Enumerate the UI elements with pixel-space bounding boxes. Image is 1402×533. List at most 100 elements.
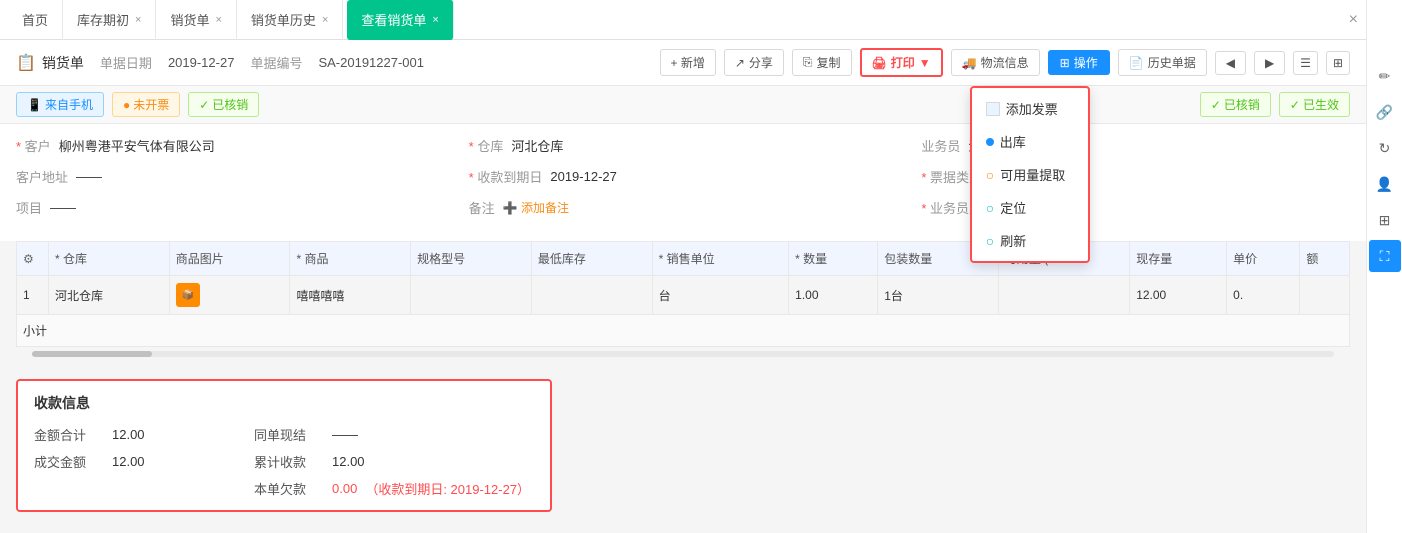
sidebar-table2-btn[interactable]: ⊞ <box>1369 204 1401 236</box>
tab-sale-history-close[interactable]: × <box>322 14 328 26</box>
cumulative-value: 12.00 <box>332 454 365 469</box>
th-settings[interactable]: ⚙ <box>17 242 49 276</box>
gear-icon[interactable]: ⚙ <box>23 252 34 266</box>
payment-date-label: 收款到期日 <box>469 167 543 186</box>
payment-section: 收款信息 金额合计 12.00 同单现结 —— 成交金额 12.00 累计收款 … <box>16 379 552 512</box>
print-button[interactable]: 🖨 打印 ▼ <box>860 48 943 77</box>
toolbar: 📱 来自手机 ● 未开票 ✓ 已核销 ✓ 已核销 ✓ 已生效 <box>0 86 1366 124</box>
payment-date-value: 2019-12-27 <box>550 169 617 184</box>
tab-view-sale[interactable]: 查看销货单 × <box>347 0 453 40</box>
customer-label: 客户 <box>16 136 51 155</box>
project-value: —— <box>50 200 76 215</box>
project-label: 项目 <box>16 198 42 217</box>
effective-tag[interactable]: ✓ 已生效 <box>1279 92 1350 117</box>
th-spec: 规格型号 <box>411 242 532 276</box>
customer-field: 客户 柳州粤港平安气体有限公司 <box>16 136 445 155</box>
doc-type-label: 销货单 <box>42 53 84 73</box>
scroll-track <box>32 351 1334 357</box>
row-index: 1 <box>17 276 49 315</box>
not-open-tag[interactable]: ● 未开票 <box>112 92 180 117</box>
payment-row-total: 金额合计 12.00 <box>34 425 254 444</box>
prev-button[interactable]: ◀ <box>1215 51 1246 75</box>
list-view-button[interactable]: ☰ <box>1293 51 1318 75</box>
from-phone-tag[interactable]: 📱 来自手机 <box>16 92 104 117</box>
table2-icon: ⊞ <box>1379 212 1391 229</box>
payment-row-cumulative: 累计收款 12.00 <box>254 452 534 471</box>
logistics-button[interactable]: 🚚 物流信息 <box>951 49 1040 76</box>
sidebar-user-btn[interactable]: 👤 <box>1369 168 1401 200</box>
form-row-2: 客户地址 —— 收款到期日 2019-12-27 票据类型 不开票 <box>16 167 1350 186</box>
rotate-icon: ↻ <box>1379 140 1391 157</box>
tab-home[interactable]: 首页 <box>8 0 63 40</box>
grid-view-button[interactable]: ⊞ <box>1326 51 1350 75</box>
dot-orange-tag-icon: ● <box>123 98 130 112</box>
copy-button[interactable]: ⎘ 复制 <box>792 49 852 76</box>
print-icon: 🖨 <box>872 56 887 70</box>
next-button[interactable]: ▶ <box>1254 51 1285 75</box>
warehouse-value: 河北仓库 <box>511 136 563 155</box>
row-spec <box>411 276 532 315</box>
check-icon: ✓ <box>199 98 209 112</box>
due-value: 0.00 <box>332 481 357 496</box>
row-amount <box>1300 276 1350 315</box>
tab-sale-order-close[interactable]: × <box>215 14 221 26</box>
date-value: 2019-12-27 <box>168 55 235 70</box>
row-unit-price: 0. <box>1227 276 1300 315</box>
tab-sale-history[interactable]: 销货单历史 × <box>237 0 343 40</box>
link-icon: 🔗 <box>1376 104 1393 121</box>
same-order-value: —— <box>332 427 358 442</box>
number-value: SA-20191227-001 <box>318 55 424 70</box>
tab-inventory-close[interactable]: × <box>135 14 141 26</box>
tab-inventory[interactable]: 库存期初 × <box>63 0 156 40</box>
share-icon: ↗ <box>735 56 745 70</box>
print-dropdown-arrow: ▼ <box>919 56 931 70</box>
ops-refresh[interactable]: ○ 刷新 <box>972 224 1088 257</box>
verified-tag[interactable]: ✓ 已核销 <box>188 92 259 117</box>
scroll-area[interactable] <box>16 351 1350 357</box>
address-value: —— <box>76 169 102 184</box>
phone-icon: 📱 <box>27 98 42 112</box>
circle-teal2-icon: ○ <box>986 233 994 249</box>
ops-add-invoice[interactable]: 添加发票 <box>972 92 1088 125</box>
tab-view-sale-close[interactable]: × <box>432 14 438 26</box>
copy-icon: ⎘ <box>803 55 813 70</box>
ops-available-qty[interactable]: ○ 可用量提取 <box>972 158 1088 191</box>
ops-locate[interactable]: ○ 定位 <box>972 191 1088 224</box>
th-sales-unit: * 销售单位 <box>652 242 789 276</box>
payment-date-field: 收款到期日 2019-12-27 <box>469 167 898 186</box>
table-area: ⚙ * 仓库 商品图片 * 商品 规格型号 最低库存 * 销售单位 * 数量 包… <box>0 241 1366 357</box>
form-row-3: 项目 —— 备注 ➕ 添加备注 业务员孟 —— <box>16 198 1350 217</box>
ops-outbound[interactable]: 出库 <box>972 125 1088 158</box>
row-available <box>998 276 1129 315</box>
scroll-thumb <box>32 351 152 357</box>
toolbar-right: ✓ 已核销 ✓ 已生效 <box>1200 92 1350 117</box>
row-product-image: 📦 <box>169 276 290 315</box>
add-note-button[interactable]: ➕ 添加备注 <box>503 199 569 216</box>
new-button[interactable]: + 新增 <box>660 49 716 76</box>
user-icon: 👤 <box>1376 176 1393 193</box>
toolbar-left: 📱 来自手机 ● 未开票 ✓ 已核销 <box>16 92 259 117</box>
tab-bar: 首页 库存期初 × 销货单 × 销货单历史 × 查看销货单 × × <box>0 0 1366 40</box>
address-label: 客户地址 <box>16 167 68 186</box>
same-order-label: 同单现结 <box>254 425 324 444</box>
history-button[interactable]: 📄 历史单据 <box>1118 49 1207 76</box>
tab-sale-order[interactable]: 销货单 × <box>156 0 236 40</box>
sidebar-edit-btn[interactable]: ✏ <box>1369 60 1401 92</box>
sidebar-fullscreen-btn[interactable]: ⛶ <box>1369 240 1401 272</box>
history-icon: 📄 <box>1129 56 1144 70</box>
ops-container: ⊞ 操作 添加发票 出库 ○ 可用量提取 <box>1048 50 1110 75</box>
payment-wrapper: 收款信息 金额合计 12.00 同单现结 —— 成交金额 12.00 累计收款 … <box>0 361 1366 530</box>
ops-grid-icon: ⊞ <box>1060 56 1070 70</box>
total-amount-value: 12.00 <box>112 427 145 442</box>
operations-button[interactable]: ⊞ 操作 <box>1048 50 1110 75</box>
warehouse-label: 仓库 <box>469 136 504 155</box>
row-sales-unit: 台 <box>652 276 789 315</box>
th-min-stock: 最低库存 <box>531 242 652 276</box>
share-button[interactable]: ↗ 分享 <box>724 49 784 76</box>
logistics-icon: 🚚 <box>962 56 977 70</box>
sidebar-rotate-btn[interactable]: ↻ <box>1369 132 1401 164</box>
sold-tag[interactable]: ✓ 已核销 <box>1200 92 1271 117</box>
close-all-tabs[interactable]: × <box>1349 11 1358 29</box>
sidebar-link-btn[interactable]: 🔗 <box>1369 96 1401 128</box>
doc-header: 📋 销货单 单据日期 2019-12-27 单据编号 SA-20191227-0… <box>0 40 1366 86</box>
